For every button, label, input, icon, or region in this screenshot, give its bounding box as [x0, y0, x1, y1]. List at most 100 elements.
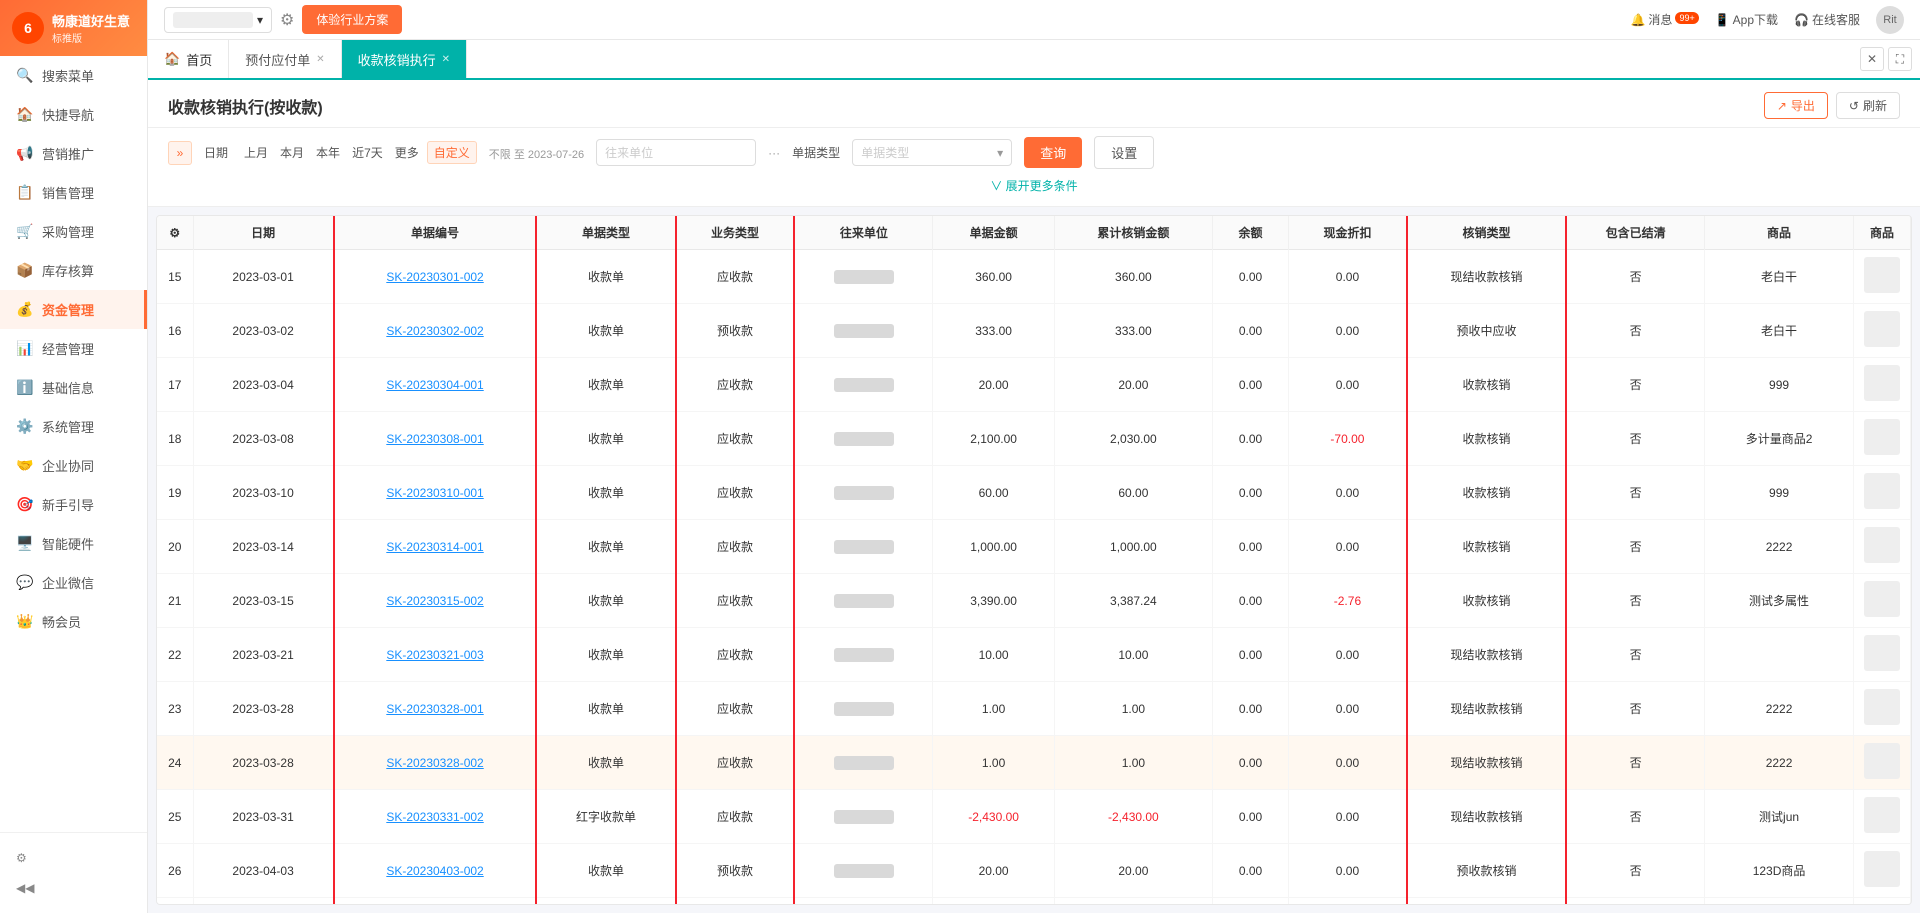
sidebar-item-operation[interactable]: 📊经营管理	[0, 329, 147, 368]
sidebar-item-system[interactable]: ⚙️系统管理	[0, 407, 147, 446]
cell-no: 20	[157, 520, 193, 574]
doc-type-select[interactable]: 单据类型 ▾	[852, 139, 1012, 166]
cell-verify-amount: 1,000.00	[1054, 520, 1212, 574]
filter-expand-btn[interactable]: »	[168, 141, 192, 165]
cell-product2	[1854, 844, 1911, 898]
table-row[interactable]: 18 2023-03-08 SK-20230308-001 收款单 应收款 2,…	[157, 412, 1911, 466]
last-month-btn[interactable]: 上月	[240, 142, 272, 163]
user-avatar[interactable]: Rit	[1876, 6, 1904, 34]
table-row[interactable]: 25 2023-03-31 SK-20230331-002 红字收款单 应收款 …	[157, 790, 1911, 844]
cell-doc-no[interactable]: SK-20230308-001	[334, 412, 537, 466]
sidebar-item-finance[interactable]: 💰资金管理	[0, 290, 147, 329]
tab-close-receipt-verify[interactable]: ✕	[442, 54, 450, 65]
sidebar-item-quicknav[interactable]: 🏠快捷导航	[0, 95, 147, 134]
table-row[interactable]: 22 2023-03-21 SK-20230321-003 收款单 应收款 10…	[157, 628, 1911, 682]
table-row[interactable]: 27 2023-04-08 SK-20230408-001 收款单 应收款 10…	[157, 898, 1911, 906]
table-row[interactable]: 26 2023-04-03 SK-20230403-002 收款单 预收款 20…	[157, 844, 1911, 898]
doc-no-link[interactable]: SK-20230321-003	[386, 648, 483, 662]
cell-biz-type: 应收款	[676, 520, 795, 574]
table-row[interactable]: 19 2023-03-10 SK-20230310-001 收款单 应收款 60…	[157, 466, 1911, 520]
cell-included: 否	[1566, 250, 1704, 304]
cell-doc-no[interactable]: SK-20230328-002	[334, 736, 537, 790]
doc-no-link[interactable]: SK-20230315-002	[386, 594, 483, 608]
cell-doc-no[interactable]: SK-20230321-003	[334, 628, 537, 682]
tab-expand-btn[interactable]: ⛶	[1888, 47, 1912, 71]
cell-unit	[794, 358, 932, 412]
table-row[interactable]: 17 2023-03-04 SK-20230304-001 收款单 应收款 20…	[157, 358, 1911, 412]
this-year-btn[interactable]: 本年	[312, 142, 344, 163]
sidebar-item-search[interactable]: 🔍搜索菜单	[0, 56, 147, 95]
doc-no-link[interactable]: SK-20230310-001	[386, 486, 483, 500]
cell-doc-no[interactable]: SK-20230302-002	[334, 304, 537, 358]
workspace-select[interactable]: ▾	[164, 7, 272, 33]
sidebar-item-marketing[interactable]: 📢营销推广	[0, 134, 147, 173]
sidebar-item-hardware[interactable]: 🖥️智能硬件	[0, 524, 147, 563]
tab-pre-payable[interactable]: 预付应付单 ✕	[229, 40, 341, 78]
table-row[interactable]: 20 2023-03-14 SK-20230314-001 收款单 应收款 1,…	[157, 520, 1911, 574]
home-icon: 🏠	[164, 51, 180, 67]
doc-no-link[interactable]: SK-20230314-001	[386, 540, 483, 554]
table-row[interactable]: 15 2023-03-01 SK-20230301-002 收款单 应收款 36…	[157, 250, 1911, 304]
doc-no-link[interactable]: SK-20230331-002	[386, 810, 483, 824]
more-dates-btn[interactable]: 更多	[391, 142, 423, 163]
cell-verify-type: 现结收款核销	[1407, 682, 1567, 736]
unit-filter-input[interactable]: 往来单位	[596, 139, 756, 166]
doc-no-link[interactable]: SK-20230328-002	[386, 756, 483, 770]
sidebar-item-guide[interactable]: 🎯新手引导	[0, 485, 147, 524]
industry-solution-btn[interactable]: 体验行业方案	[302, 5, 402, 34]
doc-no-link[interactable]: SK-20230308-001	[386, 432, 483, 446]
cell-verify-type: 收款核销	[1407, 520, 1567, 574]
cell-doc-no[interactable]: SK-20230310-001	[334, 466, 537, 520]
refresh-btn[interactable]: ↺ 刷新	[1836, 92, 1900, 119]
sidebar-item-purchase[interactable]: 🛒采购管理	[0, 212, 147, 251]
table-row[interactable]: 24 2023-03-28 SK-20230328-002 收款单 应收款 1.…	[157, 736, 1911, 790]
sidebar-item-label: 企业微信	[42, 573, 94, 592]
table-row[interactable]: 21 2023-03-15 SK-20230315-002 收款单 应收款 3,…	[157, 574, 1911, 628]
table-row[interactable]: 23 2023-03-28 SK-20230328-001 收款单 应收款 1.…	[157, 682, 1911, 736]
gear-icon[interactable]: ⚙	[280, 10, 294, 30]
cell-doc-no[interactable]: SK-20230408-001	[334, 898, 537, 906]
tab-home[interactable]: 🏠 首页	[148, 40, 229, 78]
filter-dots[interactable]: ···	[768, 146, 780, 160]
sidebar-item-wechat[interactable]: 💬企业微信	[0, 563, 147, 602]
doc-no-link[interactable]: SK-20230301-002	[386, 270, 483, 284]
cell-no: 21	[157, 574, 193, 628]
sidebar-item-basic[interactable]: ℹ️基础信息	[0, 368, 147, 407]
doc-no-link[interactable]: SK-20230302-002	[386, 324, 483, 338]
sidebar-collapse[interactable]: ◀◀	[0, 873, 147, 903]
cell-doc-no[interactable]: SK-20230315-002	[334, 574, 537, 628]
sidebar-item-enterprise[interactable]: 🤝企业协同	[0, 446, 147, 485]
cell-doc-no[interactable]: SK-20230331-002	[334, 790, 537, 844]
messages-btn[interactable]: 🔔 消息 99+	[1630, 11, 1698, 28]
doc-no-link[interactable]: SK-20230304-001	[386, 378, 483, 392]
cell-date: 2023-03-31	[193, 790, 334, 844]
cell-doc-no[interactable]: SK-20230314-001	[334, 520, 537, 574]
cell-doc-no[interactable]: SK-20230301-002	[334, 250, 537, 304]
online-service-btn[interactable]: 🎧 在线客服	[1794, 11, 1860, 28]
cell-doc-no[interactable]: SK-20230304-001	[334, 358, 537, 412]
data-table-container[interactable]: ⚙ 日期 单据编号 单据类型 业务类型 往来单位 单据金额 累计核销金额 余额 …	[156, 215, 1912, 905]
cell-doc-no[interactable]: SK-20230403-002	[334, 844, 537, 898]
app-download-btn[interactable]: 📱 App下载	[1715, 11, 1778, 28]
sidebar-item-sales[interactable]: 📋销售管理	[0, 173, 147, 212]
tab-close-all-btn[interactable]: ✕	[1860, 47, 1884, 71]
filter-settings-btn[interactable]: 设置	[1094, 136, 1154, 169]
table-row[interactable]: 16 2023-03-02 SK-20230302-002 收款单 预收款 33…	[157, 304, 1911, 358]
this-month-btn[interactable]: 本月	[276, 142, 308, 163]
tab-receipt-verify[interactable]: 收款核销执行 ✕	[342, 40, 467, 78]
query-btn[interactable]: 查询	[1024, 137, 1082, 168]
sidebar-settings[interactable]: ⚙	[0, 843, 147, 873]
export-btn[interactable]: ↗ 导出	[1764, 92, 1828, 119]
last-7-days-btn[interactable]: 近7天	[348, 142, 387, 163]
doc-no-link[interactable]: SK-20230403-002	[386, 864, 483, 878]
sidebar-item-member[interactable]: 👑畅会员	[0, 602, 147, 641]
tab-close-pre-payable[interactable]: ✕	[316, 54, 324, 65]
custom-date-btn[interactable]: 自定义	[427, 141, 477, 164]
doc-no-link[interactable]: SK-20230328-001	[386, 702, 483, 716]
cell-included: 否	[1566, 790, 1704, 844]
main-content: ▾ ⚙ 体验行业方案 🔔 消息 99+ 📱 App下载 🎧 在线客服 Rit	[148, 0, 1920, 913]
col-settings[interactable]: ⚙	[157, 216, 193, 250]
expand-more-conditions[interactable]: ∨ 展开更多条件	[168, 173, 1900, 198]
sidebar-item-inventory[interactable]: 📦库存核算	[0, 251, 147, 290]
cell-doc-no[interactable]: SK-20230328-001	[334, 682, 537, 736]
